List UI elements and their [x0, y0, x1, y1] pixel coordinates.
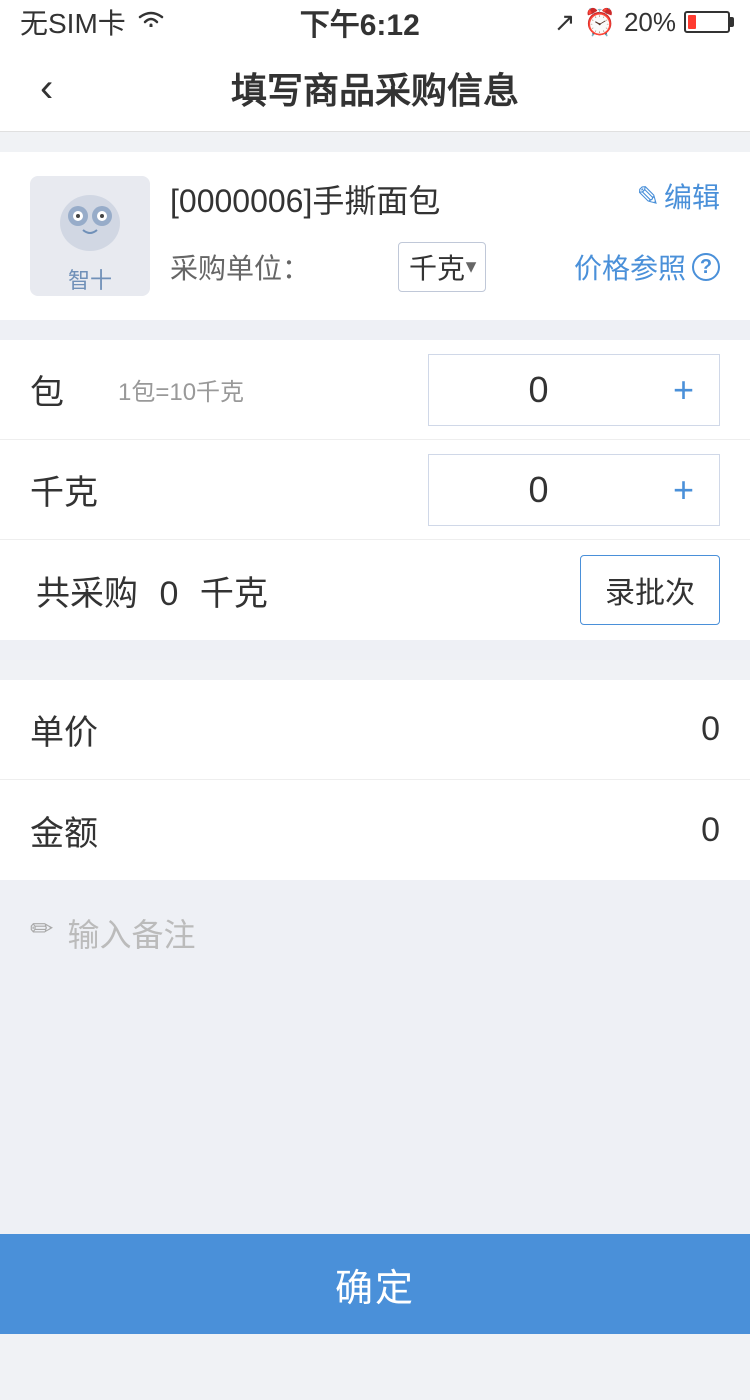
product-title-row: [0000006]手撕面包 ✎ 编辑 [170, 176, 720, 222]
status-right: ↗ ⏰ 20% [554, 7, 730, 38]
input-section: 包 1包=10千克 + 千克 + [0, 340, 750, 540]
kg-input-row: 千克 + [0, 440, 750, 540]
amount-value: 0 [701, 811, 720, 850]
help-icon: ? [692, 253, 720, 281]
unit-price-label: 单价 [30, 705, 98, 754]
unit-select[interactable]: 千克 [398, 242, 486, 292]
location-icon: ↗ [554, 7, 576, 38]
unit-row: 采购单位： 千克 价格参照 ? [170, 242, 720, 292]
unit-price-value: 0 [701, 710, 720, 749]
kg-label: 千克 [30, 465, 110, 514]
status-bar: 无SIM卡 下午6:12 ↗ ⏰ 20% [0, 0, 750, 44]
notes-section[interactable]: ✏ 输入备注 [0, 880, 750, 1000]
bag-sublabel: 1包=10千克 [118, 372, 244, 407]
kg-controls: + [428, 454, 720, 526]
batch-button[interactable]: 录批次 [580, 555, 720, 625]
bag-label: 包 [30, 365, 110, 414]
amount-label: 金额 [30, 806, 98, 855]
wifi-icon [136, 6, 166, 38]
amount-row: 金额 0 [0, 780, 750, 880]
bag-input-row: 包 1包=10千克 + [0, 340, 750, 440]
edit-button[interactable]: ✎ 编辑 [637, 176, 720, 216]
notes-placeholder: 输入备注 [67, 910, 195, 956]
bag-quantity-input[interactable] [428, 354, 648, 426]
kg-quantity-input[interactable] [428, 454, 648, 526]
alarm-icon: ⏰ [584, 7, 616, 38]
confirm-button[interactable]: 确定 [0, 1234, 750, 1334]
product-info: [0000006]手撕面包 ✎ 编辑 采购单位： 千克 价格参照 ? [170, 176, 720, 292]
nav-bar: ‹ 填写商品采购信息 [0, 44, 750, 132]
bag-plus-button[interactable]: + [648, 354, 720, 426]
status-left: 无SIM卡 [20, 2, 166, 42]
page-title: 填写商品采购信息 [231, 62, 519, 114]
info-section: 单价 0 金额 0 [0, 680, 750, 880]
carrier-label: 无SIM卡 [20, 2, 126, 42]
product-name: [0000006]手撕面包 [170, 176, 440, 222]
notes-icon: ✏ [30, 912, 53, 945]
battery-percent: 20% [624, 7, 676, 38]
unit-select-wrapper[interactable]: 千克 [398, 242, 486, 292]
unit-label: 采购单位： [170, 247, 310, 287]
product-image: 智十 [30, 176, 150, 296]
battery-icon [684, 11, 730, 33]
unit-price-row: 单价 0 [0, 680, 750, 780]
total-text: 共采购 0 千克 [30, 566, 274, 615]
price-ref-button[interactable]: 价格参照 ? [574, 247, 720, 287]
back-button[interactable]: ‹ [30, 58, 63, 118]
product-card: 智十 [0000006]手撕面包 ✎ 编辑 采购单位： 千克 价格参照 [0, 152, 750, 320]
kg-plus-button[interactable]: + [648, 454, 720, 526]
status-time: 下午6:12 [300, 0, 420, 44]
product-image-text: 智十 [50, 178, 130, 294]
total-row: 共采购 0 千克 录批次 [0, 540, 750, 640]
edit-icon: ✎ [637, 180, 660, 213]
section-divider-1 [0, 320, 750, 340]
bag-controls: + [428, 354, 720, 426]
section-divider-2 [0, 640, 750, 660]
